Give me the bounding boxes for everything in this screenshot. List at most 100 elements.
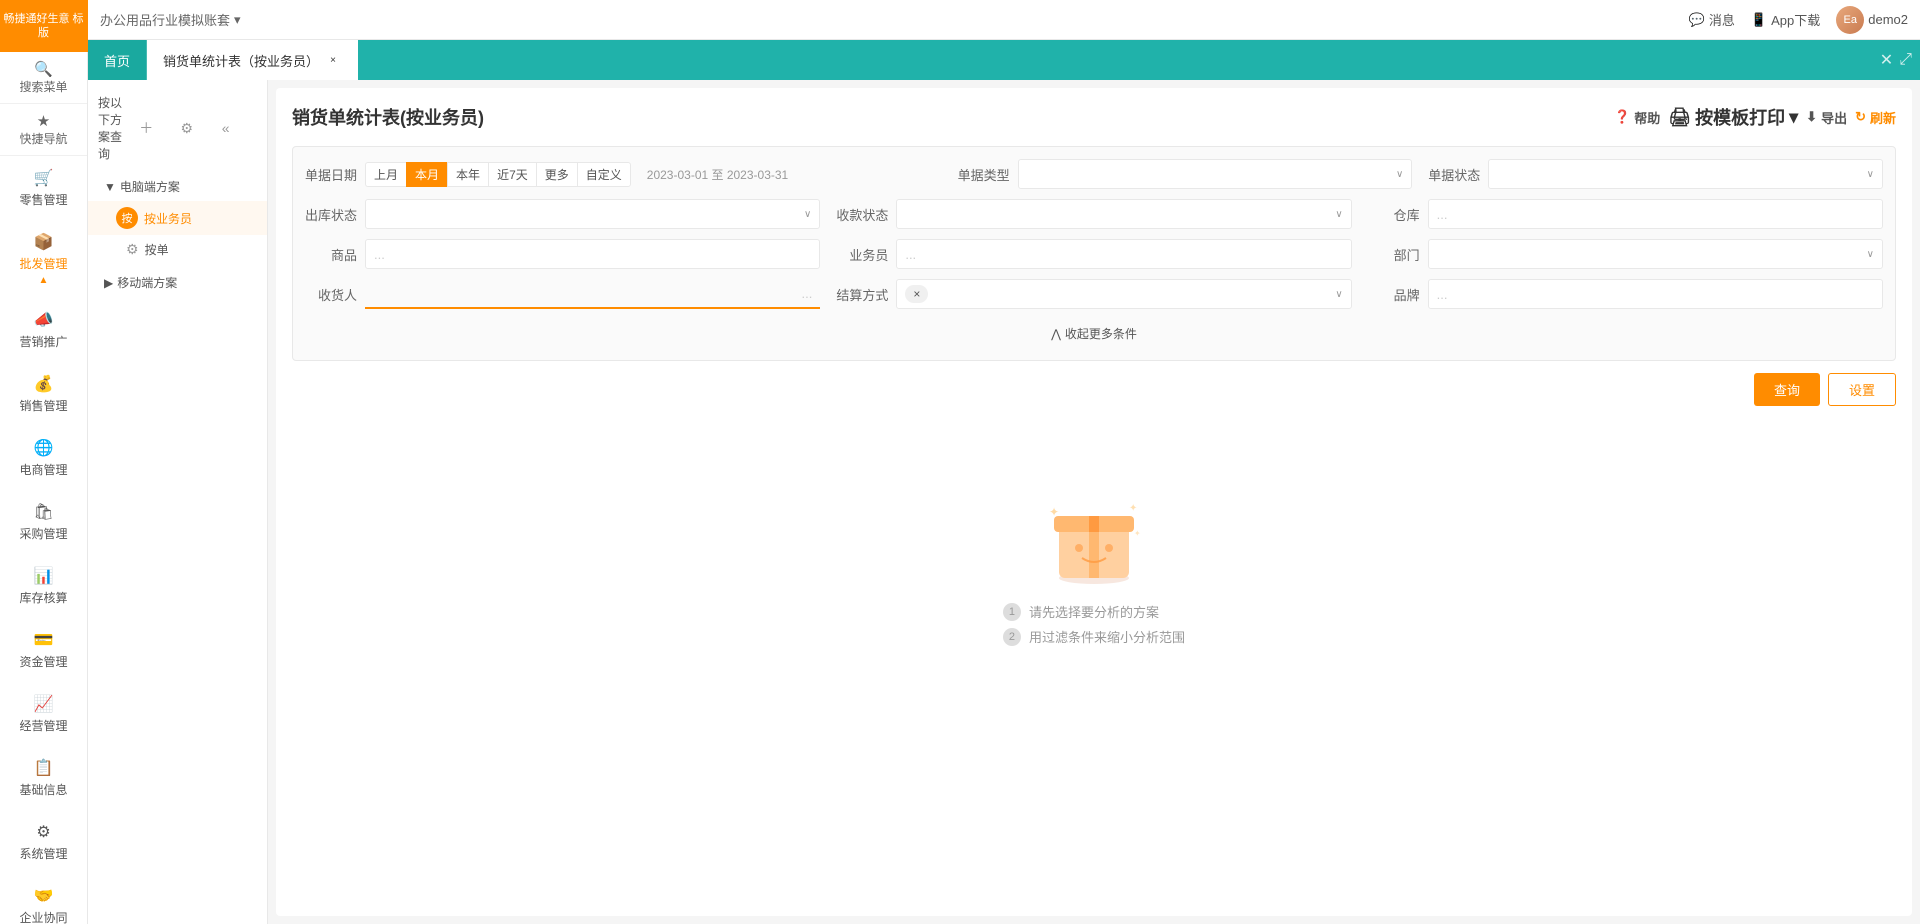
- quick-nav-label: 快捷导航: [0, 130, 87, 147]
- tab-home[interactable]: 首页: [88, 40, 147, 80]
- goods-select[interactable]: ...: [365, 239, 820, 269]
- sidebar-item-retail[interactable]: 🛒 零售管理: [0, 156, 87, 220]
- salesperson-select[interactable]: ...: [896, 239, 1351, 269]
- out-status-label: 出库状态: [305, 205, 357, 224]
- tabbar: 首页 销货单统计表（按业务员） × ✕ ⤢: [88, 40, 1920, 80]
- plan-item-icon: 按: [116, 207, 138, 229]
- receiver-input[interactable]: ...: [365, 279, 820, 309]
- message-action[interactable]: 💬 消息: [1689, 10, 1735, 29]
- message-icon: 💬: [1689, 12, 1705, 28]
- sidebar-item-label: 资金管理: [19, 653, 67, 670]
- print-icon: 🖨: [1668, 107, 1691, 128]
- print-btn[interactable]: 🖨 按模板打印 ▾: [1668, 104, 1798, 130]
- hint-num-2: 2: [1003, 628, 1021, 646]
- doc-status-select[interactable]: ∨: [1488, 159, 1883, 189]
- sidebar-item-purchase[interactable]: 🛍 采购管理: [0, 490, 87, 554]
- plan-group-desktop-header[interactable]: ▼ 电脑端方案: [88, 172, 267, 201]
- user-label: demo2: [1868, 12, 1908, 27]
- sidebar-item-ecommerce[interactable]: 🌐 电商管理: [0, 426, 87, 490]
- sidebar-item-label: 基础信息: [19, 781, 67, 798]
- user-action[interactable]: Ea demo2: [1836, 6, 1908, 34]
- filter-cell-salesperson: 业务员 ...: [836, 239, 1351, 269]
- sidebar-item-inventory[interactable]: 📊 库存核算: [0, 554, 87, 618]
- brand-select[interactable]: ...: [1428, 279, 1883, 309]
- brand-value: ...: [1437, 287, 1448, 302]
- filter-cell-out-status: 出库状态 ∨: [305, 199, 820, 229]
- message-label: 消息: [1709, 10, 1735, 29]
- goods-value: ...: [374, 247, 385, 262]
- quick-nav-item[interactable]: ★ 快捷导航: [0, 104, 87, 156]
- sidebar-item-label: 营销推广: [19, 333, 67, 350]
- filter-cell-warehouse: 仓库 ...: [1368, 199, 1883, 229]
- query-btn[interactable]: 查询: [1754, 373, 1820, 406]
- app-logo[interactable]: 畅捷通好生意 标版: [0, 0, 88, 52]
- out-status-chevron: ∨: [804, 209, 811, 220]
- export-btn[interactable]: ⬇ 导出: [1806, 108, 1847, 127]
- sidebar-item-wholesale[interactable]: 📦 批发管理 ▲: [0, 220, 87, 298]
- date-tab-more[interactable]: 更多: [536, 162, 577, 187]
- payment-status-select[interactable]: ∨: [896, 199, 1351, 229]
- search-menu-item[interactable]: 🔍 搜索菜单: [0, 52, 87, 104]
- plan-item-order[interactable]: ⚙ 按单: [88, 235, 267, 264]
- plan-collapse-btn[interactable]: «: [222, 120, 257, 136]
- sidebar-item-management[interactable]: 📈 经营管理: [0, 682, 87, 746]
- warehouse-select[interactable]: ...: [1428, 199, 1883, 229]
- date-tab-custom[interactable]: 自定义: [577, 162, 631, 187]
- logo-text: 畅捷通好生意 标版: [0, 12, 88, 41]
- plan-group-mobile-header[interactable]: ▶ 移动端方案: [88, 268, 267, 297]
- department-select[interactable]: ∨: [1428, 239, 1883, 269]
- help-icon: ❓: [1614, 109, 1630, 125]
- refresh-btn[interactable]: ↻ 刷新: [1855, 108, 1896, 127]
- plan-settings-btn[interactable]: ⚙: [181, 120, 216, 137]
- refresh-icon: ↻: [1855, 109, 1866, 125]
- goods-label: 商品: [305, 245, 357, 264]
- sidebar-item-marketing[interactable]: 📣 营销推广: [0, 298, 87, 362]
- retail-icon: 🛒: [34, 168, 54, 188]
- date-tab-last-month[interactable]: 上月: [365, 162, 406, 187]
- tab-close-btn[interactable]: ×: [325, 52, 341, 68]
- enterprise-icon: 🤝: [34, 886, 54, 906]
- warehouse-value: ...: [1437, 207, 1448, 222]
- svg-text:✦: ✦: [1134, 529, 1141, 538]
- date-tab-current-month[interactable]: 本月: [406, 162, 447, 187]
- sidebar-item-label: 经营管理: [19, 717, 67, 734]
- sidebar-item-label: 零售管理: [19, 191, 67, 208]
- doc-status-chevron: ∨: [1867, 169, 1874, 180]
- sidebar-item-enterprise[interactable]: 🤝 企业协同: [0, 874, 87, 924]
- help-btn[interactable]: ❓ 帮助: [1614, 108, 1660, 127]
- inventory-icon: 📊: [34, 566, 54, 586]
- right-content-panel: 销货单统计表(按业务员) ❓ 帮助 🖨 按模板打印 ▾ ⬇ 导出: [276, 88, 1912, 916]
- avatar: Ea: [1836, 6, 1864, 34]
- sidebar-item-basic-info[interactable]: 📋 基础信息: [0, 746, 87, 810]
- settlement-select[interactable]: × ∨: [896, 279, 1351, 309]
- tab-close-icon[interactable]: ✕: [1880, 50, 1893, 70]
- date-range-text: 2023-03-01 至 2023-03-31: [647, 166, 788, 183]
- sidebar-item-sales[interactable]: 💰 销售管理: [0, 362, 87, 426]
- plan-item-salesperson[interactable]: 按 按业务员: [88, 201, 267, 235]
- breadcrumb-dropdown-icon[interactable]: ▾: [234, 12, 241, 28]
- tab-sales-stats[interactable]: 销货单统计表（按业务员） ×: [147, 40, 358, 80]
- settings-btn[interactable]: 设置: [1828, 373, 1896, 406]
- export-label: 导出: [1821, 108, 1847, 127]
- sidebar-item-system[interactable]: ⚙ 系统管理: [0, 810, 87, 874]
- collapse-arrow-icon: ⋀: [1051, 327, 1061, 341]
- plan-panel-header: 按以下方案查询 ＋ ⚙ «: [88, 88, 267, 168]
- filter-cell-doc-status: 单据状态 ∨: [1428, 159, 1883, 189]
- filter-row-2: 出库状态 ∨ 收款状态 ∨ 仓库: [305, 199, 1883, 229]
- plan-group-desktop: ▼ 电脑端方案 按 按业务员 ⚙ 按单: [88, 172, 267, 264]
- tab-expand-icon[interactable]: ⤢: [1899, 51, 1912, 69]
- sidebar-item-finance[interactable]: 💳 资金管理: [0, 618, 87, 682]
- date-tab-current-year[interactable]: 本年: [447, 162, 488, 187]
- date-tab-7days[interactable]: 近7天: [488, 162, 536, 187]
- print-dropdown-icon: ▾: [1789, 107, 1798, 128]
- plan-item-label: 按业务员: [144, 210, 192, 227]
- doc-type-select[interactable]: ∨: [1018, 159, 1413, 189]
- app-download-action[interactable]: 📱 App下载: [1751, 10, 1820, 29]
- out-status-select[interactable]: ∨: [365, 199, 820, 229]
- plan-add-btn[interactable]: ＋: [139, 118, 174, 138]
- doc-type-chevron: ∨: [1396, 169, 1403, 180]
- collapse-btn[interactable]: ⋀ 收起更多条件: [305, 319, 1883, 348]
- collapse-label: 收起更多条件: [1065, 325, 1137, 342]
- sales-icon: 💰: [34, 374, 54, 394]
- settlement-chevron: ∨: [1335, 289, 1342, 300]
